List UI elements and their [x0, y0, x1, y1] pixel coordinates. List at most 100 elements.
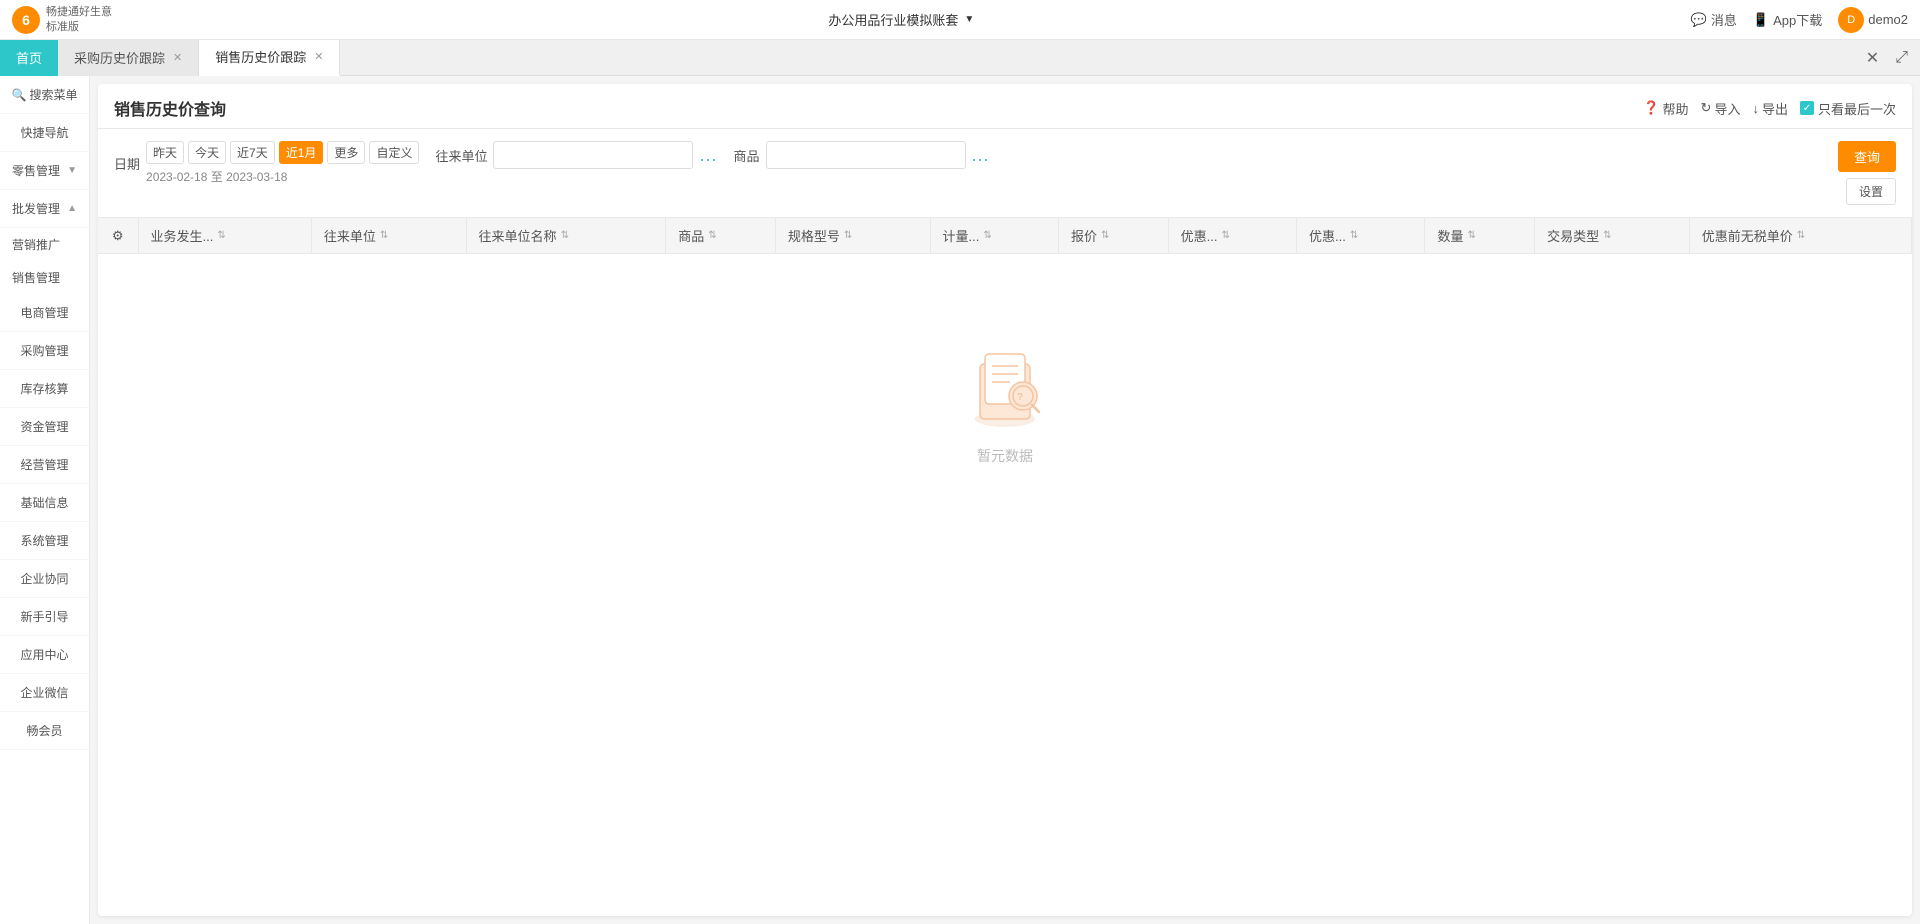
- tab-purchase[interactable]: 采购历史价跟踪 ✕: [58, 40, 199, 76]
- tab-sales[interactable]: 销售历史价跟踪 ✕: [199, 40, 340, 76]
- column-biz-date[interactable]: 业务发生... ⇅: [138, 218, 311, 254]
- column-trade-type[interactable]: 交易类型 ⇅: [1535, 218, 1690, 254]
- column-unit[interactable]: 计量... ⇅: [930, 218, 1058, 254]
- partner-input[interactable]: [493, 141, 693, 169]
- sidebar-item-operation[interactable]: 经营管理: [0, 446, 89, 484]
- user-menu[interactable]: D demo2: [1838, 7, 1908, 33]
- table-container: ⚙ 业务发生... ⇅ 往来单位: [98, 218, 1912, 546]
- partner-filter-group: 往来单位 ...: [435, 141, 717, 169]
- logo-area: 6 畅捷通好生意 标准版: [12, 5, 112, 34]
- tab-purchase-close[interactable]: ✕: [173, 51, 182, 64]
- main-layout: 🔍 搜索菜单 快捷导航 零售管理 ▼ 批发管理 ▲ 营销推广 销售管理 电商管理…: [0, 76, 1920, 924]
- sort-icon: ⇅: [844, 230, 852, 241]
- tab-home[interactable]: 首页: [0, 40, 58, 76]
- filter-bar: 日期 昨天 今天 近7天 近1月 更多 自定义 2023-02-18 至 202…: [98, 129, 1912, 218]
- sidebar-item-newbie[interactable]: 新手引导: [0, 598, 89, 636]
- column-quote[interactable]: 报价 ⇅: [1058, 218, 1168, 254]
- date-btn-7days[interactable]: 近7天: [230, 141, 275, 164]
- avatar: D: [1838, 7, 1864, 33]
- svg-text:?: ?: [1017, 392, 1023, 403]
- tab-purchase-label: 采购历史价跟踪: [74, 48, 165, 67]
- empty-text: 暂元数据: [977, 446, 1033, 466]
- sidebar-item-inventory[interactable]: 库存核算: [0, 370, 89, 408]
- only-last-checkbox[interactable]: ✓ 只看最后一次: [1800, 99, 1896, 118]
- close-tab-button[interactable]: ✕: [1862, 46, 1883, 70]
- date-btn-more[interactable]: 更多: [327, 141, 365, 164]
- goods-select-icon[interactable]: ...: [972, 145, 990, 166]
- sort-icon: ⇅: [217, 230, 225, 241]
- help-button[interactable]: ❓ 帮助: [1643, 99, 1688, 118]
- page-header: 销售历史价查询 ❓ 帮助 ↻ 导入 ↓ 导出 ✓: [98, 84, 1912, 129]
- partner-select-icon[interactable]: ...: [699, 145, 717, 166]
- sidebar-item-wholesale[interactable]: 批发管理 ▲: [0, 190, 89, 228]
- sort-icon: ⇅: [1603, 230, 1611, 241]
- sidebar-item-finance[interactable]: 资金管理: [0, 408, 89, 446]
- column-qty[interactable]: 数量 ⇅: [1425, 218, 1535, 254]
- msg-icon: 💬: [1691, 12, 1707, 28]
- sidebar-item-purchase[interactable]: 采购管理: [0, 332, 89, 370]
- maximize-button[interactable]: ⤢: [1891, 47, 1912, 69]
- sidebar-item-enterprise[interactable]: 企业协同: [0, 560, 89, 598]
- topbar-center[interactable]: 办公用品行业模拟账套 ▼: [828, 10, 974, 29]
- page-header-actions: ❓ 帮助 ↻ 导入 ↓ 导出 ✓ 只看最后一次: [1643, 99, 1896, 118]
- tab-sales-close[interactable]: ✕: [314, 50, 323, 63]
- sidebar-item-marketing[interactable]: 营销推广: [0, 228, 89, 261]
- column-gear[interactable]: ⚙: [98, 218, 138, 254]
- column-discount1[interactable]: 优惠... ⇅: [1168, 218, 1296, 254]
- logo-text: 畅捷通好生意 标准版: [46, 5, 112, 34]
- column-partner-code[interactable]: 往来单位 ⇅: [311, 218, 466, 254]
- sidebar-item-wechat[interactable]: 企业微信: [0, 674, 89, 712]
- app-download-button[interactable]: 📱 App下载: [1753, 10, 1822, 29]
- retail-arrow-icon: ▼: [67, 165, 77, 176]
- goods-input[interactable]: [766, 141, 966, 169]
- column-partner-name[interactable]: 往来单位名称 ⇅: [466, 218, 666, 254]
- sidebar-item-retail[interactable]: 零售管理 ▼: [0, 152, 89, 190]
- sidebar-item-member[interactable]: 畅会员: [0, 712, 89, 750]
- column-price-notax[interactable]: 优惠前无税单价 ⇅: [1689, 218, 1911, 254]
- date-range-display: 2023-02-18 至 2023-03-18: [146, 168, 419, 185]
- import-icon: ↻: [1701, 100, 1712, 116]
- setting-button[interactable]: 设置: [1846, 178, 1896, 205]
- date-btn-yesterday[interactable]: 昨天: [146, 141, 184, 164]
- tab-sales-label: 销售历史价跟踪: [215, 47, 306, 66]
- tab-home-label: 首页: [16, 48, 42, 67]
- sidebar-item-system[interactable]: 系统管理: [0, 522, 89, 560]
- sort-icon: ⇅: [1101, 230, 1109, 241]
- sidebar-item-shortcut[interactable]: 快捷导航: [0, 114, 89, 152]
- partner-filter-label: 往来单位: [435, 146, 487, 165]
- column-discount2[interactable]: 优惠... ⇅: [1297, 218, 1425, 254]
- sidebar-item-sales-mgmt[interactable]: 销售管理: [0, 261, 89, 294]
- sidebar-item-ecommerce[interactable]: 电商管理: [0, 294, 89, 332]
- topbar: 6 畅捷通好生意 标准版 办公用品行业模拟账套 ▼ 💬 消息 📱 App下载 D…: [0, 0, 1920, 40]
- search-icon: 🔍: [12, 88, 27, 102]
- help-icon: ❓: [1643, 100, 1659, 116]
- query-button[interactable]: 查询: [1838, 141, 1896, 172]
- sort-icon: ⇅: [1350, 230, 1358, 241]
- sidebar-item-search[interactable]: 🔍 搜索菜单: [0, 76, 89, 114]
- goods-filter-label: 商品: [733, 146, 759, 165]
- column-goods[interactable]: 商品 ⇅: [666, 218, 776, 254]
- data-table: ⚙ 业务发生... ⇅ 往来单位: [98, 218, 1912, 254]
- date-buttons: 昨天 今天 近7天 近1月 更多 自定义: [146, 141, 419, 164]
- date-filter-group: 日期 昨天 今天 近7天 近1月 更多 自定义 2023-02-18 至 202…: [114, 141, 419, 185]
- date-btn-custom[interactable]: 自定义: [369, 141, 419, 164]
- date-btn-today[interactable]: 今天: [188, 141, 226, 164]
- sidebar-item-basic[interactable]: 基础信息: [0, 484, 89, 522]
- tabbar: 首页 采购历史价跟踪 ✕ 销售历史价跟踪 ✕ ✕ ⤢: [0, 40, 1920, 76]
- export-button[interactable]: ↓ 导出: [1752, 99, 1788, 118]
- import-button[interactable]: ↻ 导入: [1701, 99, 1741, 118]
- export-icon: ↓: [1752, 101, 1759, 116]
- table-header-row: ⚙ 业务发生... ⇅ 往来单位: [98, 218, 1912, 254]
- logo-icon: 6: [12, 6, 40, 34]
- date-btn-1month[interactable]: 近1月: [279, 141, 324, 164]
- msg-button[interactable]: 💬 消息: [1691, 10, 1737, 29]
- column-spec[interactable]: 规格型号 ⇅: [775, 218, 930, 254]
- date-filter-col: 昨天 今天 近7天 近1月 更多 自定义 2023-02-18 至 2023-0…: [146, 141, 419, 185]
- tabbar-controls: ✕ ⤢: [1862, 46, 1920, 70]
- content-area: 销售历史价查询 ❓ 帮助 ↻ 导入 ↓ 导出 ✓: [90, 76, 1920, 924]
- company-name[interactable]: 办公用品行业模拟账套: [828, 10, 958, 29]
- sidebar-item-appstore[interactable]: 应用中心: [0, 636, 89, 674]
- topbar-right: 💬 消息 📱 App下载 D demo2: [1691, 7, 1908, 33]
- gear-icon[interactable]: ⚙: [112, 228, 124, 243]
- company-dropdown-arrow[interactable]: ▼: [964, 14, 974, 25]
